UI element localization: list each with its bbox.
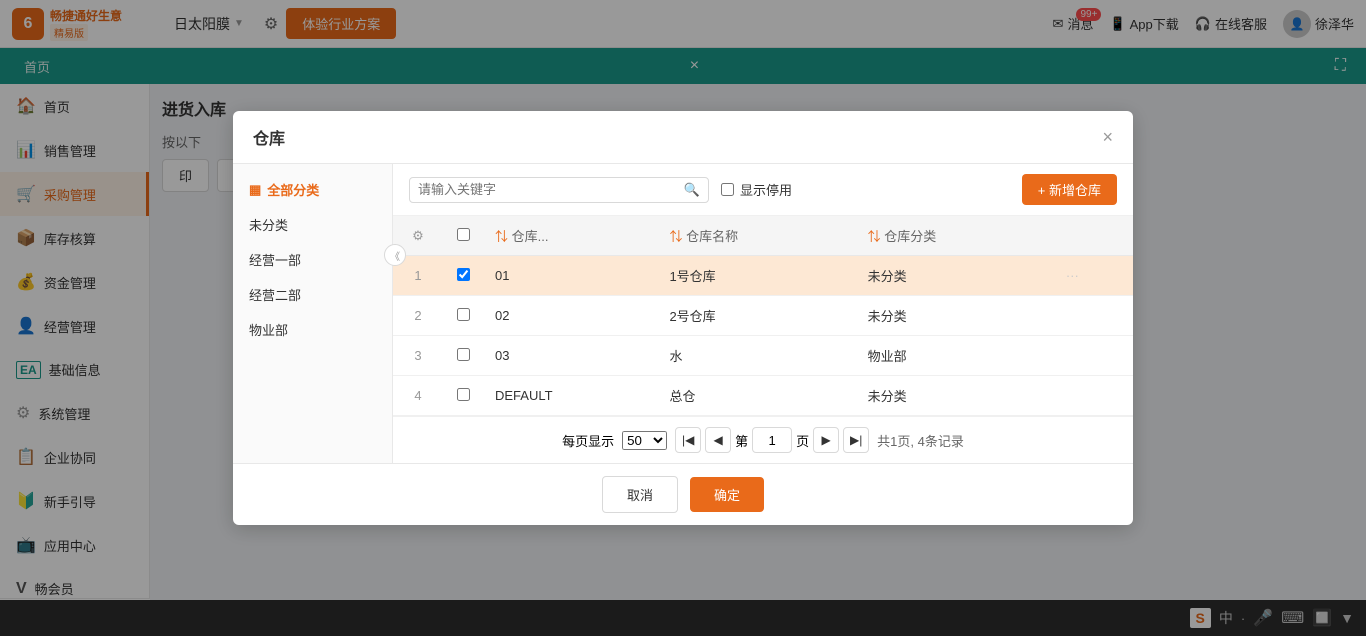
row-checkbox-cell [443,376,483,416]
gear-icon: ⚙ [412,228,424,243]
category-dept2[interactable]: 经营二部 [233,277,392,312]
first-page-btn[interactable]: |◀ [675,427,701,453]
row-actions [1054,336,1133,376]
collapse-sidebar-btn[interactable]: 《 [384,244,406,266]
cancel-btn[interactable]: 取消 [602,476,678,513]
per-page-select[interactable]: 50 20 100 [622,431,667,450]
row-code: 02 [483,296,657,336]
row-checkbox[interactable] [457,308,470,321]
prev-page-btn[interactable]: ◀ [705,427,731,453]
modal-header: 仓库 × [233,111,1133,164]
sort-icon-category: ⇅ [868,229,881,244]
modal-body: ▦ 全部分类 未分类 经营一部 经营二部 物业部 《 [233,164,1133,463]
row-checkbox[interactable] [457,388,470,401]
confirm-btn[interactable]: 确定 [690,477,764,512]
row-num: 3 [393,336,443,376]
col-category-header: ⇅ 仓库分类 [856,216,1054,256]
col-checkbox-header [443,216,483,256]
modal-main-panel: 🔍 显示停用 + 新增仓库 ⚙ [393,164,1133,463]
row-category: 未分类 [856,376,1054,416]
row-checkbox-cell [443,256,483,296]
row-checkbox[interactable] [457,268,470,281]
warehouse-table: ⚙ ⇅ 仓库... ⇅ [393,216,1133,416]
row-name: 水 [657,336,855,376]
row-num: 2 [393,296,443,336]
modal-title: 仓库 [253,125,285,149]
next-page-btn[interactable]: ▶ [813,427,839,453]
row-actions: ··· [1054,256,1133,296]
row-num: 4 [393,376,443,416]
search-input[interactable] [418,182,678,197]
add-warehouse-btn[interactable]: + 新增仓库 [1022,174,1117,205]
pagination: 每页显示 50 20 100 |◀ ◀ 第 页 ▶ ▶| [393,416,1133,463]
page-number-input[interactable] [752,427,792,453]
modal-footer: 取消 确定 [233,463,1133,525]
category-dept1[interactable]: 经营一部 [233,242,392,277]
row-checkbox-cell [443,296,483,336]
search-icon[interactable]: 🔍 [684,182,700,198]
show-disabled-checkbox[interactable] [721,183,734,196]
category-all[interactable]: ▦ 全部分类 [233,172,392,207]
search-box: 🔍 [409,177,709,203]
row-category: 未分类 [856,296,1054,336]
show-disabled-label[interactable]: 显示停用 [721,180,792,199]
row-code: 03 [483,336,657,376]
modal-overlay: 仓库 × ▦ 全部分类 未分类 经营一部 经营二部 [0,0,1366,636]
row-name: 2号仓库 [657,296,855,336]
page-total-info: 共1页, 4条记录 [877,431,964,450]
row-name: 1号仓库 [657,256,855,296]
modal-toolbar: 🔍 显示停用 + 新增仓库 [393,164,1133,216]
sort-icon-code: ⇅ [495,229,508,244]
page-nav: |◀ ◀ 第 页 ▶ ▶| [675,427,869,453]
row-actions [1054,296,1133,336]
row-category: 物业部 [856,336,1054,376]
row-name: 总仓 [657,376,855,416]
row-checkbox-cell [443,336,483,376]
table-row[interactable]: 4 DEFAULT 总仓 未分类 [393,376,1133,416]
select-all-checkbox[interactable] [457,228,470,241]
table-row[interactable]: 1 01 1号仓库 未分类 ··· [393,256,1133,296]
sort-icon-name: ⇅ [669,229,682,244]
modal-close-btn[interactable]: × [1102,127,1113,148]
col-name-header: ⇅ 仓库名称 [657,216,855,256]
row-category: 未分类 [856,256,1054,296]
category-property[interactable]: 物业部 [233,312,392,347]
row-code: DEFAULT [483,376,657,416]
table-row[interactable]: 3 03 水 物业部 [393,336,1133,376]
warehouse-modal: 仓库 × ▦ 全部分类 未分类 经营一部 经营二部 [233,111,1133,525]
modal-category-sidebar: ▦ 全部分类 未分类 经营一部 经营二部 物业部 《 [233,164,393,463]
table-row[interactable]: 2 02 2号仓库 未分类 [393,296,1133,336]
grid-icon: ▦ [249,182,261,198]
last-page-btn[interactable]: ▶| [843,427,869,453]
row-actions [1054,376,1133,416]
row-code: 01 [483,256,657,296]
row-checkbox[interactable] [457,348,470,361]
category-unclassified[interactable]: 未分类 [233,207,392,242]
col-code-header: ⇅ 仓库... [483,216,657,256]
col-actions-header [1054,216,1133,256]
table-header-row: ⚙ ⇅ 仓库... ⇅ [393,216,1133,256]
